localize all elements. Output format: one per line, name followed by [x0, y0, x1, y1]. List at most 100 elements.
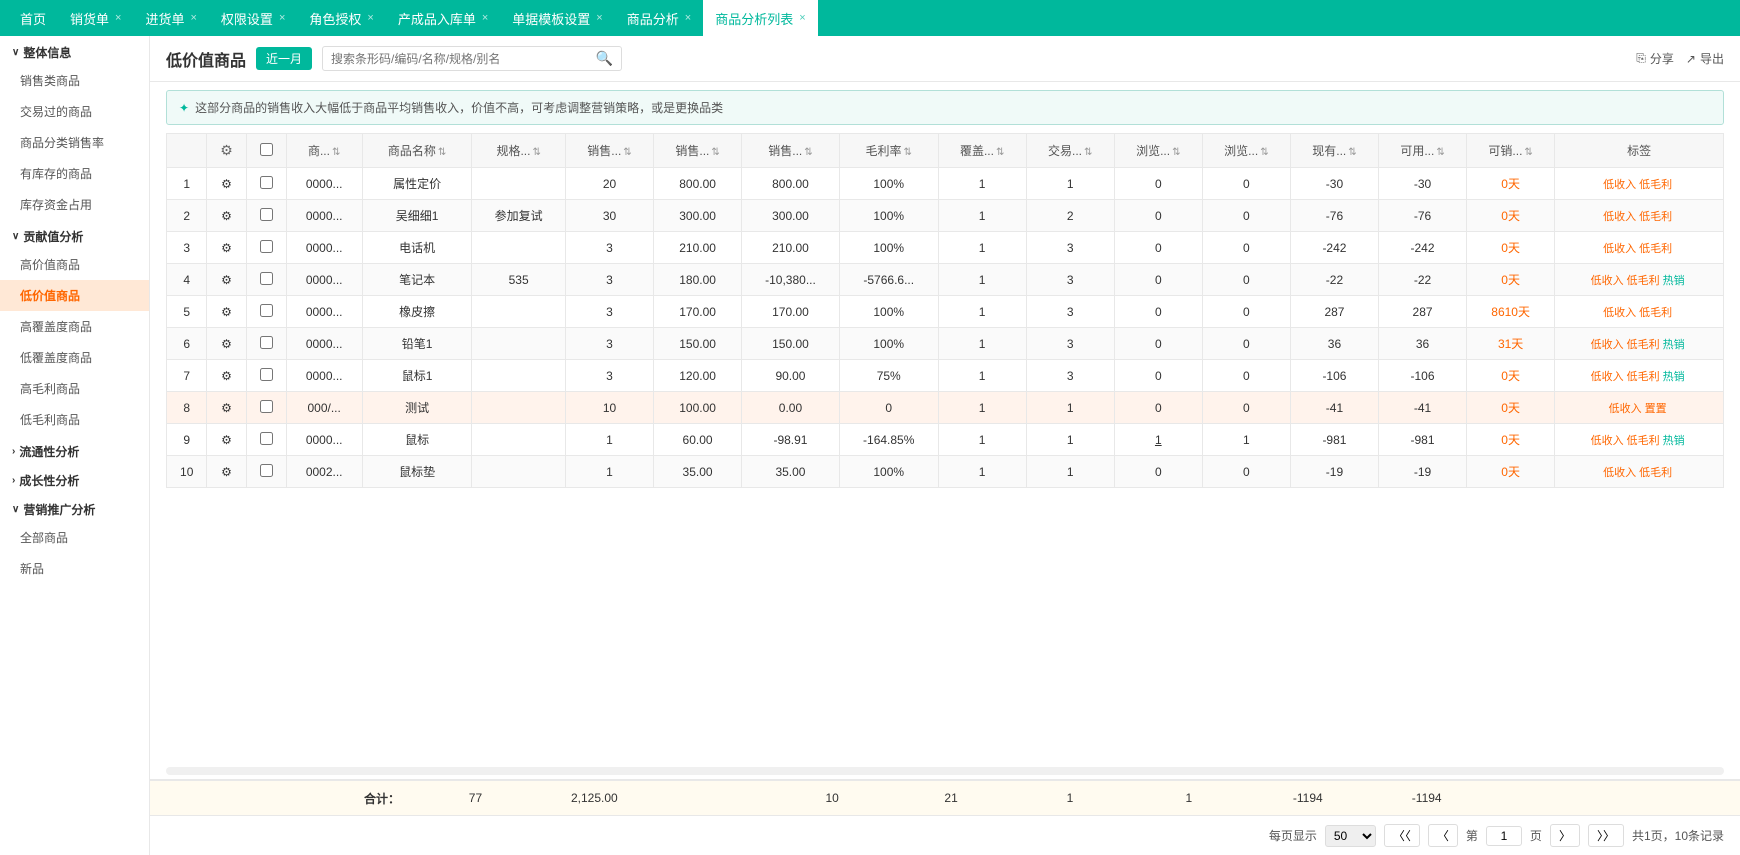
- row-checkbox[interactable]: [246, 392, 286, 424]
- row-name[interactable]: 电话机: [362, 232, 472, 264]
- sidebar-item-low-coverage[interactable]: 低覆盖度商品: [0, 342, 149, 373]
- row-select-checkbox[interactable]: [260, 304, 273, 317]
- sort-icon[interactable]: ⇅: [711, 147, 719, 158]
- settings-icon[interactable]: ⚙: [220, 142, 233, 158]
- sort-icon[interactable]: ⇅: [438, 147, 446, 158]
- sidebar-item-high-value[interactable]: 高价值商品: [0, 249, 149, 280]
- sort-icon[interactable]: ⇅: [804, 147, 812, 158]
- row-views1[interactable]: 0: [1114, 264, 1202, 296]
- row-views1[interactable]: 0: [1114, 456, 1202, 488]
- sort-icon[interactable]: ⇅: [1084, 147, 1092, 158]
- sidebar-group-overall[interactable]: ∨ 整体信息: [0, 36, 149, 65]
- row-checkbox[interactable]: [246, 360, 286, 392]
- row-select-checkbox[interactable]: [260, 464, 273, 477]
- row-views1[interactable]: 0: [1114, 328, 1202, 360]
- nav-production-inbound[interactable]: 产成品入库单 ×: [386, 0, 500, 36]
- row-name[interactable]: 鼠标: [362, 424, 472, 456]
- row-name[interactable]: 测试: [362, 392, 472, 424]
- row-views1[interactable]: 0: [1114, 392, 1202, 424]
- checkbox-column-header[interactable]: [246, 134, 286, 168]
- row-checkbox[interactable]: [246, 296, 286, 328]
- row-select-checkbox[interactable]: [260, 368, 273, 381]
- sort-icon[interactable]: ⇅: [1436, 147, 1444, 158]
- close-icon[interactable]: ×: [190, 12, 196, 24]
- nav-home[interactable]: 首页: [8, 0, 58, 36]
- sidebar-group-marketing[interactable]: ∨ 营销推广分析: [0, 493, 149, 522]
- sort-icon[interactable]: ⇅: [332, 147, 340, 158]
- sort-icon[interactable]: ⇅: [1524, 147, 1532, 158]
- settings-icon[interactable]: ⚙: [221, 273, 232, 287]
- row-views1[interactable]: 0: [1114, 296, 1202, 328]
- sort-icon[interactable]: ⇅: [904, 147, 912, 158]
- settings-icon[interactable]: ⚙: [221, 465, 232, 479]
- close-icon[interactable]: ×: [115, 12, 121, 24]
- select-all-checkbox[interactable]: [260, 143, 273, 156]
- row-checkbox[interactable]: [246, 200, 286, 232]
- settings-icon[interactable]: ⚙: [221, 433, 232, 447]
- row-settings[interactable]: ⚙: [207, 296, 246, 328]
- row-views1[interactable]: 1: [1114, 424, 1202, 456]
- close-icon[interactable]: ×: [279, 12, 285, 24]
- sidebar-item-sales-products[interactable]: 销售类商品: [0, 65, 149, 96]
- nav-role-auth[interactable]: 角色授权 ×: [297, 0, 385, 36]
- row-name[interactable]: 鼠标垫: [362, 456, 472, 488]
- sidebar-item-category-sales-rate[interactable]: 商品分类销售率: [0, 127, 149, 158]
- row-settings[interactable]: ⚙: [207, 424, 246, 456]
- settings-column-header[interactable]: ⚙: [207, 134, 246, 168]
- row-name[interactable]: 铅笔1: [362, 328, 472, 360]
- row-select-checkbox[interactable]: [260, 176, 273, 189]
- row-views1[interactable]: 0: [1114, 360, 1202, 392]
- share-button[interactable]: ⎘ 分享: [1636, 50, 1674, 67]
- last-page-button[interactable]: 〉〉: [1588, 824, 1624, 847]
- row-name[interactable]: 鼠标1: [362, 360, 472, 392]
- sidebar-item-new-products[interactable]: 新品: [0, 553, 149, 584]
- close-icon[interactable]: ×: [799, 12, 805, 24]
- export-button[interactable]: ↗ 导出: [1686, 50, 1724, 67]
- sidebar-item-high-coverage[interactable]: 高覆盖度商品: [0, 311, 149, 342]
- prev-page-button[interactable]: 〈: [1428, 824, 1458, 847]
- row-settings[interactable]: ⚙: [207, 392, 246, 424]
- sidebar-item-stock-capital[interactable]: 库存资金占用: [0, 189, 149, 220]
- settings-icon[interactable]: ⚙: [221, 369, 232, 383]
- sidebar-group-liquidity[interactable]: › 流通性分析: [0, 435, 149, 464]
- row-checkbox[interactable]: [246, 456, 286, 488]
- row-name[interactable]: 笔记本: [362, 264, 472, 296]
- settings-icon[interactable]: ⚙: [221, 241, 232, 255]
- close-icon[interactable]: ×: [685, 12, 691, 24]
- row-checkbox[interactable]: [246, 264, 286, 296]
- next-page-button[interactable]: 〉: [1550, 824, 1580, 847]
- close-icon[interactable]: ×: [367, 12, 373, 24]
- row-settings[interactable]: ⚙: [207, 456, 246, 488]
- settings-icon[interactable]: ⚙: [221, 305, 232, 319]
- row-name[interactable]: 吴细细1: [362, 200, 472, 232]
- sidebar-group-growth[interactable]: › 成长性分析: [0, 464, 149, 493]
- settings-icon[interactable]: ⚙: [221, 337, 232, 351]
- sidebar-item-low-value[interactable]: 低价值商品: [0, 280, 149, 311]
- close-icon[interactable]: ×: [482, 12, 488, 24]
- sidebar-item-stocked-products[interactable]: 有库存的商品: [0, 158, 149, 189]
- row-views1[interactable]: 0: [1114, 200, 1202, 232]
- close-icon[interactable]: ×: [596, 12, 602, 24]
- row-settings[interactable]: ⚙: [207, 328, 246, 360]
- sort-icon[interactable]: ⇅: [1172, 147, 1180, 158]
- row-select-checkbox[interactable]: [260, 208, 273, 221]
- first-page-button[interactable]: 〈〈: [1384, 824, 1420, 847]
- row-checkbox[interactable]: [246, 232, 286, 264]
- row-views1[interactable]: 0: [1114, 232, 1202, 264]
- horizontal-scrollbar[interactable]: [166, 767, 1724, 775]
- sort-icon[interactable]: ⇅: [623, 147, 631, 158]
- row-name[interactable]: 橡皮擦: [362, 296, 472, 328]
- sort-icon[interactable]: ⇅: [996, 147, 1004, 158]
- row-select-checkbox[interactable]: [260, 400, 273, 413]
- row-views1[interactable]: 0: [1114, 168, 1202, 200]
- nav-permissions[interactable]: 权限设置 ×: [209, 0, 297, 36]
- row-name[interactable]: 属性定价: [362, 168, 472, 200]
- row-select-checkbox[interactable]: [260, 240, 273, 253]
- row-settings[interactable]: ⚙: [207, 200, 246, 232]
- row-settings[interactable]: ⚙: [207, 264, 246, 296]
- sort-icon[interactable]: ⇅: [1260, 147, 1268, 158]
- settings-icon[interactable]: ⚙: [221, 177, 232, 191]
- sidebar-item-traded-products[interactable]: 交易过的商品: [0, 96, 149, 127]
- filter-recent-month-button[interactable]: 近一月: [256, 47, 312, 70]
- row-checkbox[interactable]: [246, 168, 286, 200]
